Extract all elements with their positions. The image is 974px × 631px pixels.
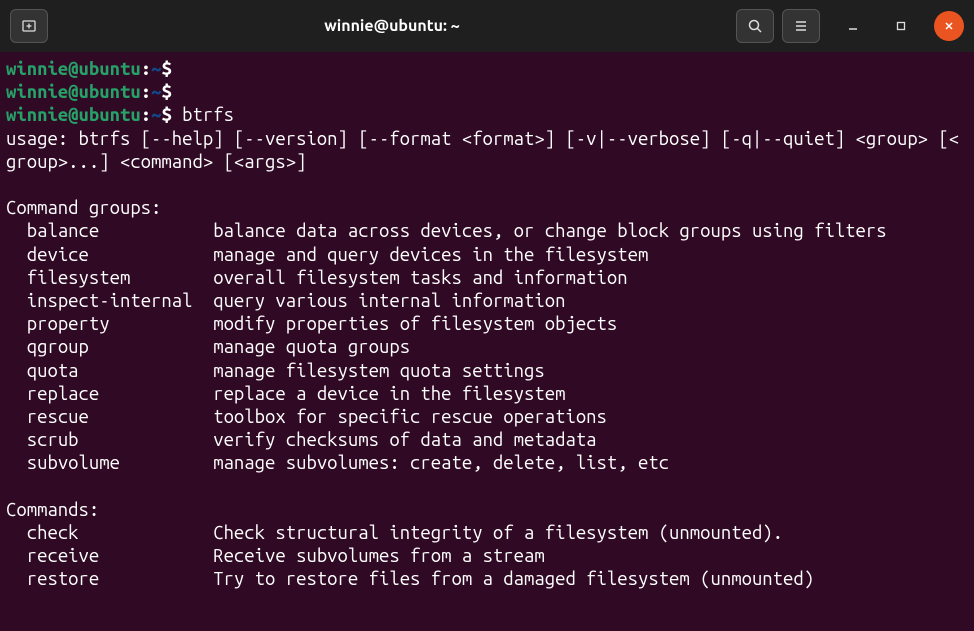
minimize-button[interactable] (838, 11, 868, 41)
maximize-button[interactable] (886, 11, 916, 41)
group-balance: balance balance data across devices, or … (6, 221, 887, 241)
prompt-dollar: $ (161, 105, 171, 125)
menu-button[interactable] (782, 9, 820, 43)
group-filesystem: filesystem overall filesystem tasks and … (6, 268, 628, 288)
group-property: property modify properties of filesystem… (6, 314, 617, 334)
prompt-line-3: winnie@ubuntu:~$ btrfs (6, 105, 234, 125)
group-device: device manage and query devices in the f… (6, 245, 648, 265)
group-rescue: rescue toolbox for specific rescue opera… (6, 407, 607, 427)
command-check: check Check structural integrity of a fi… (6, 523, 783, 543)
prompt-dollar: $ (161, 82, 171, 102)
group-inspect-internal: inspect-internal query various internal … (6, 291, 565, 311)
window-title: winnie@ubuntu: ~ (56, 17, 728, 35)
group-scrub: scrub verify checksums of data and metad… (6, 430, 597, 450)
prompt-line-1: winnie@ubuntu:~$ (6, 59, 182, 79)
new-tab-button[interactable] (10, 9, 48, 43)
command-restore: restore Try to restore files from a dama… (6, 569, 814, 589)
new-tab-icon (21, 18, 37, 34)
prompt-user: winnie@ubuntu (6, 105, 141, 125)
group-subvolume: subvolume manage subvolumes: create, del… (6, 453, 669, 473)
prompt-user: winnie@ubuntu (6, 59, 141, 79)
prompt-path: ~ (151, 82, 161, 102)
prompt-colon: : (141, 105, 151, 125)
titlebar-left (10, 9, 48, 43)
group-quota: quota manage filesystem quota settings (6, 361, 545, 381)
cmd-empty-1 (172, 59, 182, 79)
prompt-colon: : (141, 82, 151, 102)
cmd-btrfs: btrfs (172, 105, 234, 125)
close-button[interactable] (934, 11, 964, 41)
prompt-line-2: winnie@ubuntu:~$ (6, 82, 182, 102)
usage-line: usage: btrfs [--help] [--version] [--for… (6, 129, 959, 172)
command-receive: receive Receive subvolumes from a stream (6, 546, 545, 566)
terminal-output[interactable]: winnie@ubuntu:~$ winnie@ubuntu:~$ winnie… (0, 52, 974, 598)
cmd-empty-2 (172, 82, 182, 102)
prompt-path: ~ (151, 105, 161, 125)
titlebar-right (736, 9, 964, 43)
prompt-dollar: $ (161, 59, 171, 79)
search-button[interactable] (736, 9, 774, 43)
maximize-icon (895, 20, 907, 32)
close-icon (943, 20, 955, 32)
commands-header: Commands: (6, 500, 99, 520)
groups-header: Command groups: (6, 198, 161, 218)
prompt-colon: : (141, 59, 151, 79)
search-icon (747, 18, 763, 34)
hamburger-icon (793, 18, 809, 34)
group-replace: replace replace a device in the filesyst… (6, 384, 565, 404)
prompt-user: winnie@ubuntu (6, 82, 141, 102)
titlebar: winnie@ubuntu: ~ (0, 0, 974, 52)
prompt-path: ~ (151, 59, 161, 79)
group-qgroup: qgroup manage quota groups (6, 337, 410, 357)
minimize-icon (847, 20, 859, 32)
